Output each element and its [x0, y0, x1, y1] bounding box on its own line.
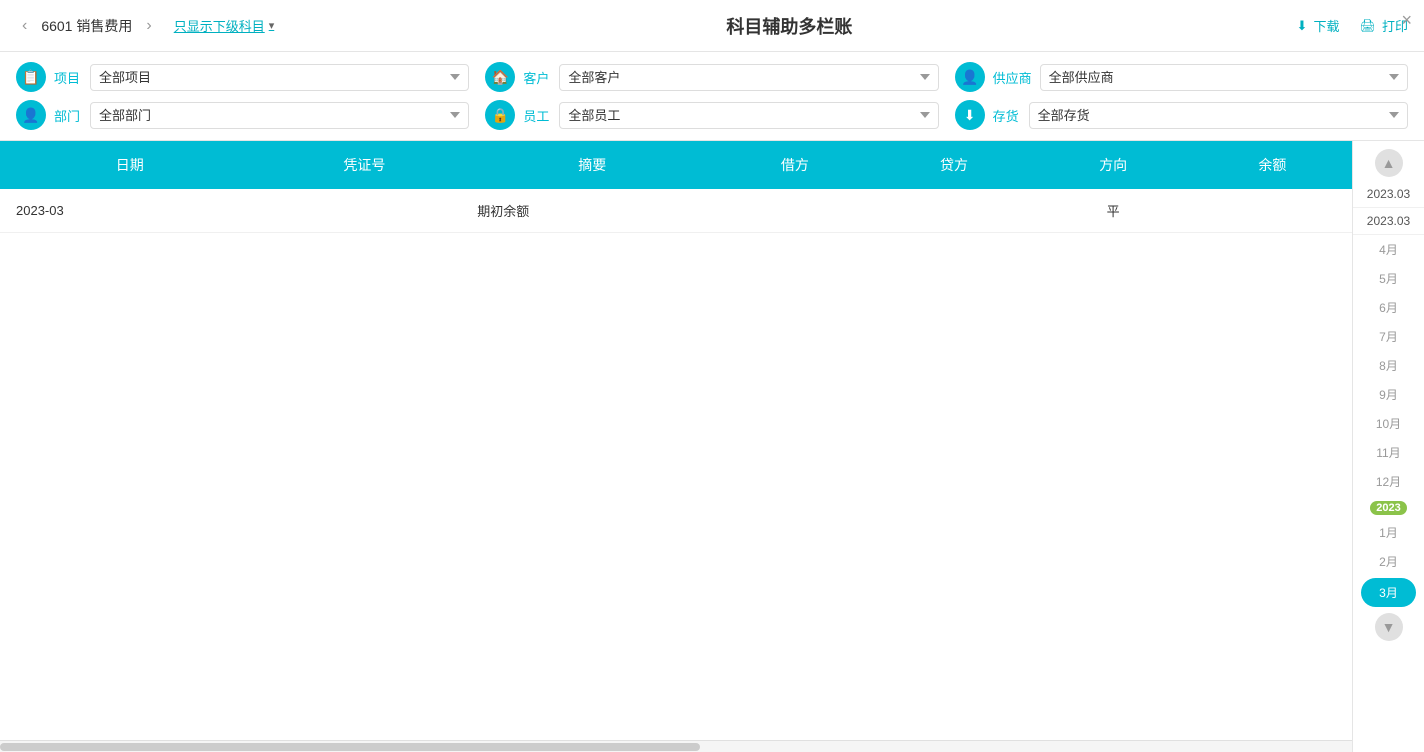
- timeline-month-11[interactable]: 11月: [1353, 438, 1424, 467]
- col-balance: 余额: [1193, 141, 1352, 189]
- cell-balance: [1193, 189, 1352, 233]
- supplier-icon: 👤: [955, 62, 985, 92]
- data-table: 日期 凭证号 摘要 借方 贷方 方向 余额 2023-03 期初余额: [0, 141, 1352, 233]
- download-label: 下载: [1313, 16, 1339, 35]
- filter-supplier: 👤 供应商 全部供应商: [955, 62, 1408, 92]
- side-timeline: ▲ 2023.03 2023.03 4月 5月 6月 7月 8月 9月 10月 …: [1352, 141, 1424, 752]
- project-label: 项目: [54, 68, 82, 87]
- next-account-btn[interactable]: ›: [140, 15, 157, 37]
- timeline-month-5[interactable]: 5月: [1353, 264, 1424, 293]
- cell-debit: [715, 189, 874, 233]
- show-sub-label: 只显示下级科目: [174, 16, 265, 35]
- main-window: ‹ 6601 销售费用 › 只显示下级科目 ▾ 科目辅助多栏账 ⬇ 下载 🖨 打…: [0, 0, 1424, 752]
- col-debit: 借方: [715, 141, 874, 189]
- timeline-up-btn[interactable]: ▲: [1375, 149, 1403, 177]
- page-title: 科目辅助多栏账: [726, 13, 852, 39]
- cell-credit: [874, 189, 1033, 233]
- cell-direction: 平: [1034, 189, 1193, 233]
- table-row: 2023-03 期初余额 平: [0, 189, 1352, 233]
- col-date: 日期: [0, 141, 259, 189]
- department-icon: 👤: [16, 100, 46, 130]
- table-header-row: 日期 凭证号 摘要 借方 贷方 方向 余额: [0, 141, 1352, 189]
- department-select[interactable]: 全部部门: [90, 102, 469, 129]
- title-bar: ‹ 6601 销售费用 › 只显示下级科目 ▾ 科目辅助多栏账 ⬇ 下载 🖨 打…: [0, 0, 1424, 52]
- timeline-month-12[interactable]: 12月: [1353, 467, 1424, 496]
- title-left: ‹ 6601 销售费用 › 只显示下级科目 ▾: [16, 12, 282, 39]
- timeline-header-2: 2023.03: [1353, 208, 1424, 235]
- timeline-year-2023: 2023: [1353, 496, 1424, 518]
- timeline-month-10[interactable]: 10月: [1353, 409, 1424, 438]
- horizontal-scrollbar[interactable]: [0, 740, 1352, 752]
- col-summary: 摘要: [469, 141, 715, 189]
- cell-date: 2023-03: [0, 189, 259, 233]
- table-area: 日期 凭证号 摘要 借方 贷方 方向 余额 2023-03 期初余额: [0, 141, 1352, 752]
- table-wrapper[interactable]: 日期 凭证号 摘要 借方 贷方 方向 余额 2023-03 期初余额: [0, 141, 1352, 740]
- inventory-select[interactable]: 全部存货: [1029, 102, 1408, 129]
- account-code: 6601 销售费用: [41, 16, 132, 36]
- main-area: 日期 凭证号 摘要 借方 贷方 方向 余额 2023-03 期初余额: [0, 141, 1424, 752]
- filter-department: 👤 部门 全部部门: [16, 100, 469, 130]
- download-btn[interactable]: ⬇ 下载: [1297, 16, 1340, 35]
- print-icon: 🖨: [1359, 18, 1376, 34]
- filter-employee: 🔒 员工 全部员工: [485, 100, 938, 130]
- timeline-header-1: 2023.03: [1353, 181, 1424, 208]
- timeline-month-3-active[interactable]: 3月: [1361, 578, 1416, 607]
- timeline-month-7[interactable]: 7月: [1353, 322, 1424, 351]
- cell-voucher: [259, 189, 469, 233]
- filter-bar: 📋 项目 全部项目 🏠 客户 全部客户 👤 供应商 全部供应商 👤 部门 全: [0, 52, 1424, 141]
- cell-summary: 期初余额: [469, 189, 715, 233]
- filter-inventory: ⬇ 存货 全部存货: [955, 100, 1408, 130]
- employee-label: 员工: [523, 106, 551, 125]
- timeline-month-8[interactable]: 8月: [1353, 351, 1424, 380]
- timeline-month-1[interactable]: 1月: [1353, 518, 1424, 547]
- col-direction: 方向: [1034, 141, 1193, 189]
- chevron-down-icon: ▾: [269, 19, 275, 32]
- title-actions: ⬇ 下载 🖨 打印: [1297, 16, 1408, 35]
- customer-icon: 🏠: [485, 62, 515, 92]
- department-label: 部门: [54, 106, 82, 125]
- inventory-label: 存货: [993, 106, 1021, 125]
- year-badge: 2023: [1370, 501, 1406, 515]
- filter-project: 📋 项目 全部项目: [16, 62, 469, 92]
- supplier-select[interactable]: 全部供应商: [1040, 64, 1408, 91]
- col-credit: 贷方: [874, 141, 1033, 189]
- scroll-thumb[interactable]: [0, 743, 700, 751]
- supplier-label: 供应商: [993, 68, 1032, 87]
- timeline-month-2[interactable]: 2月: [1353, 547, 1424, 576]
- customer-label: 客户: [523, 68, 551, 87]
- timeline-month-9[interactable]: 9月: [1353, 380, 1424, 409]
- customer-select[interactable]: 全部客户: [559, 64, 938, 91]
- timeline-month-4[interactable]: 4月: [1353, 235, 1424, 264]
- show-sub-btn[interactable]: 只显示下级科目 ▾: [166, 12, 283, 39]
- employee-icon: 🔒: [485, 100, 515, 130]
- inventory-icon: ⬇: [955, 100, 985, 130]
- project-icon: 📋: [16, 62, 46, 92]
- employee-select[interactable]: 全部员工: [559, 102, 938, 129]
- timeline-down-btn[interactable]: ▼: [1375, 613, 1403, 641]
- project-select[interactable]: 全部项目: [90, 64, 469, 91]
- filter-customer: 🏠 客户 全部客户: [485, 62, 938, 92]
- prev-account-btn[interactable]: ‹: [16, 15, 33, 37]
- timeline-month-6[interactable]: 6月: [1353, 293, 1424, 322]
- close-btn[interactable]: ×: [1401, 10, 1412, 31]
- col-voucher: 凭证号: [259, 141, 469, 189]
- download-icon: ⬇: [1297, 18, 1308, 34]
